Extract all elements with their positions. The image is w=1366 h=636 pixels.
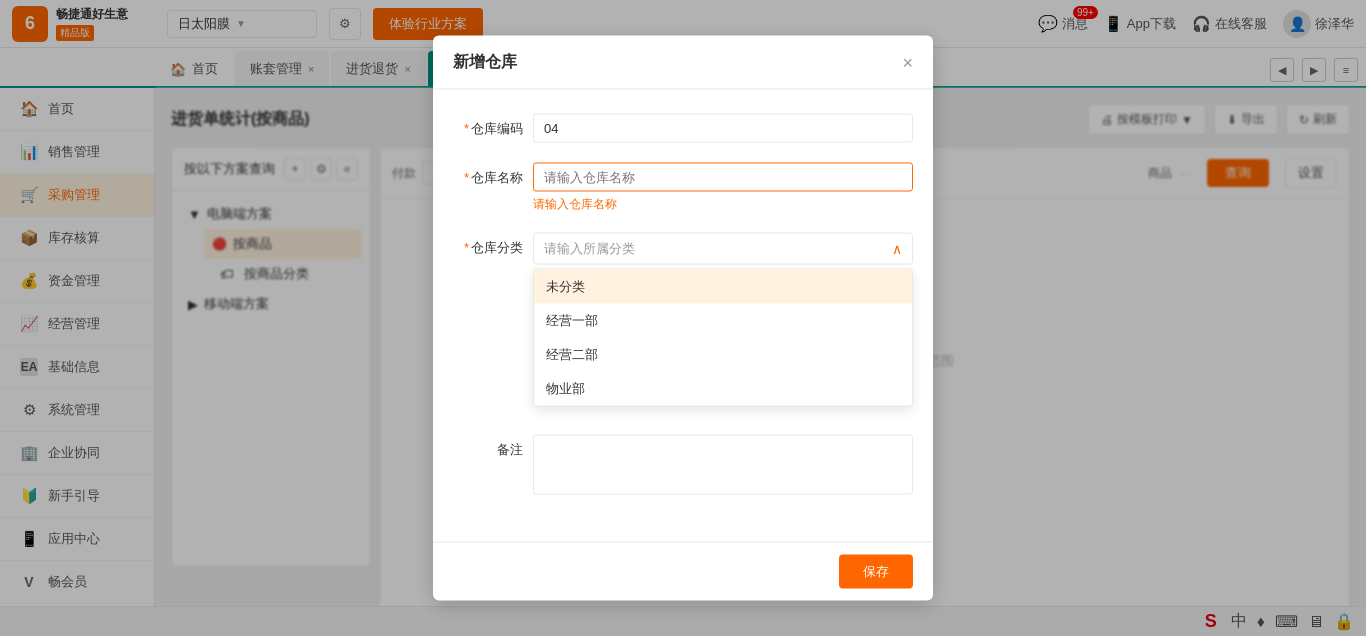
name-error-message: 请输入仓库名称 [533, 196, 913, 213]
note-textarea[interactable] [533, 435, 913, 495]
form-row-code: *仓库编码 [453, 114, 913, 143]
category-arrow-icon: ∧ [892, 241, 902, 257]
category-field: 请输入所属分类 ∧ 未分类 经营一部 经营二部 物业部 [533, 233, 913, 265]
name-field: 请输入仓库名称 [533, 163, 913, 213]
form-row-category: *仓库分类 请输入所属分类 ∧ 未分类 经营一部 经营二部 物业部 [453, 233, 913, 265]
modal-body: *仓库编码 *仓库名称 请输入仓库名称 *仓库分类 请输入所属分类 [433, 90, 933, 542]
modal-footer: 保存 [433, 542, 933, 601]
code-field [533, 114, 913, 143]
form-row-note: 备注 [453, 435, 913, 498]
category-label: *仓库分类 [453, 233, 533, 257]
add-warehouse-modal: 新增仓库 × *仓库编码 *仓库名称 请输入仓库名称 *仓库分类 [433, 36, 933, 601]
category-dropdown: 未分类 经营一部 经营二部 物业部 [533, 269, 913, 407]
dropdown-item-property[interactable]: 物业部 [534, 372, 912, 406]
name-label: *仓库名称 [453, 163, 533, 187]
note-label: 备注 [453, 435, 533, 459]
modal-close-btn[interactable]: × [902, 53, 913, 71]
dropdown-item-ops2[interactable]: 经营二部 [534, 338, 912, 372]
modal-title: 新增仓库 [453, 52, 517, 73]
dropdown-item-ops1[interactable]: 经营一部 [534, 304, 912, 338]
modal-header: 新增仓库 × [433, 36, 933, 90]
code-label: *仓库编码 [453, 114, 533, 138]
dropdown-item-uncategorized[interactable]: 未分类 [534, 270, 912, 304]
note-field [533, 435, 913, 498]
save-button[interactable]: 保存 [839, 555, 913, 589]
category-select[interactable]: 请输入所属分类 ∧ [533, 233, 913, 265]
warehouse-code-input[interactable] [533, 114, 913, 143]
warehouse-name-input[interactable] [533, 163, 913, 192]
form-row-name: *仓库名称 请输入仓库名称 [453, 163, 913, 213]
